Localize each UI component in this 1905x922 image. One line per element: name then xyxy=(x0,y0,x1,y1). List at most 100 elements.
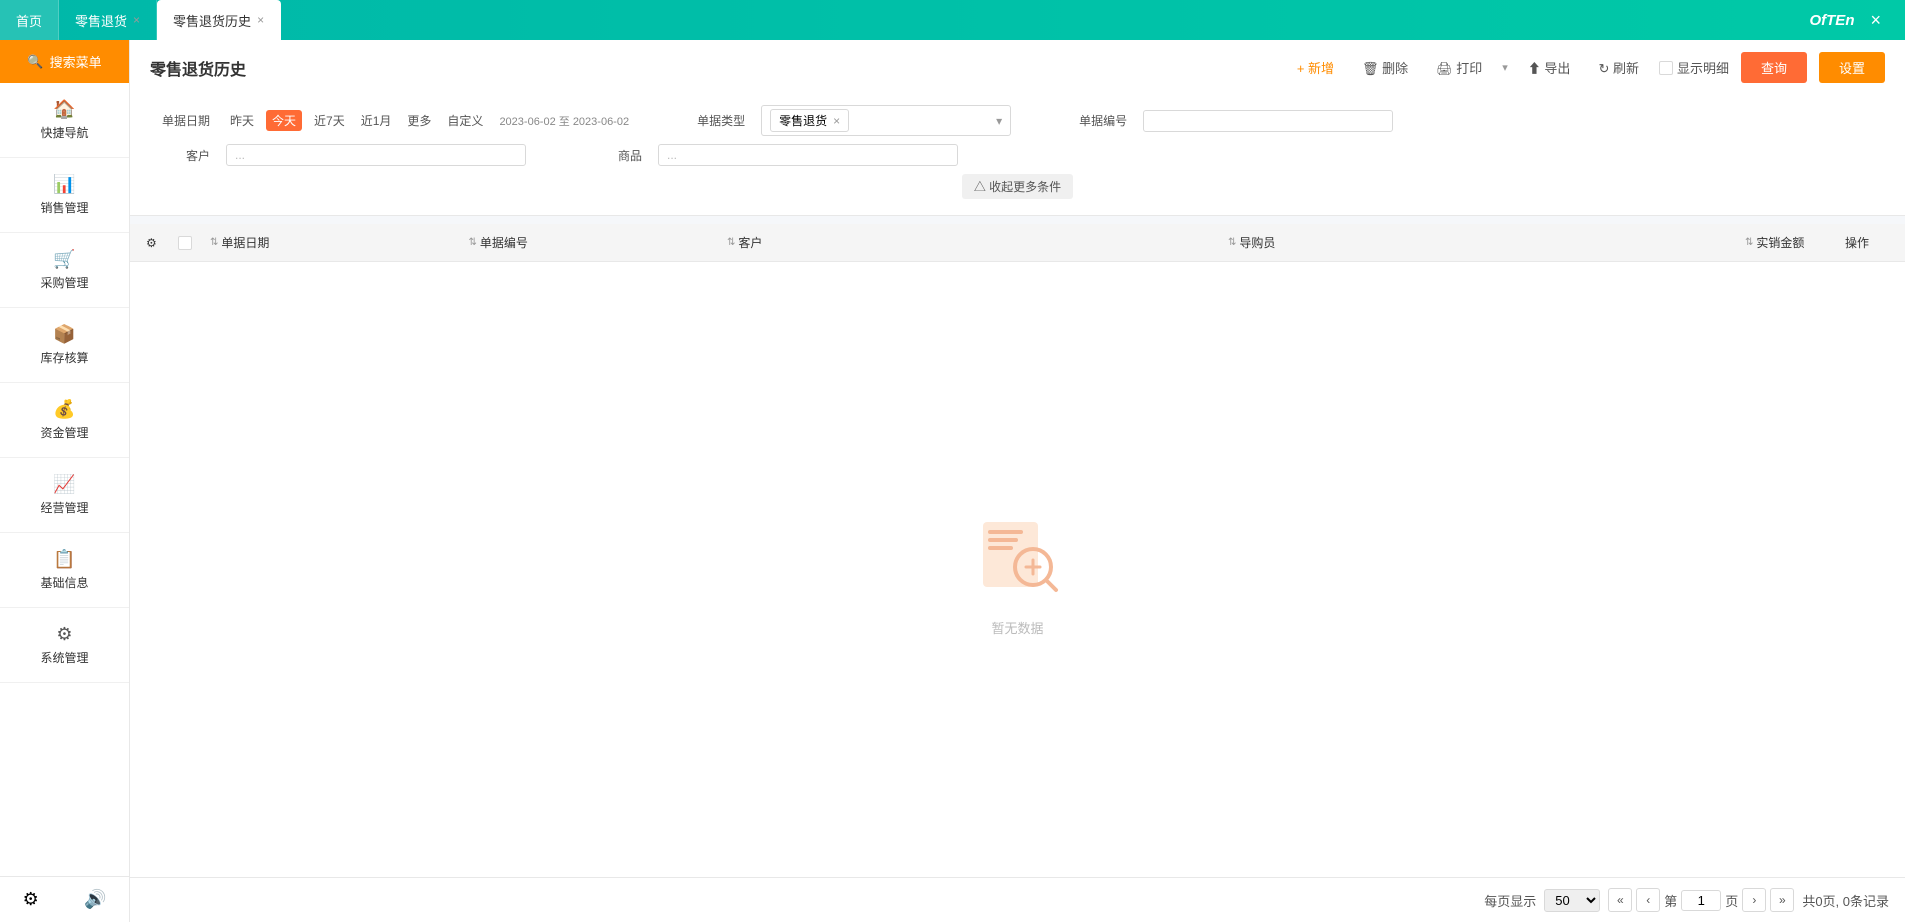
display-switch[interactable]: 显示明细 xyxy=(1659,58,1729,77)
home-icon: 🏠 xyxy=(53,99,75,120)
sidebar: 🔍 搜索菜单 🏠 快捷导航 📊 销售管理 🛒 采购管理 📦 库存核算 💰 资金管… xyxy=(0,40,130,922)
date-filter-label: 单据日期 xyxy=(150,112,210,129)
sidebar-item-finance-label: 资金管理 xyxy=(40,424,88,441)
empty-text: 暂无数据 xyxy=(991,618,1043,637)
th-amount[interactable]: ⇅ 实销金额 xyxy=(1737,234,1837,251)
header-checkbox[interactable] xyxy=(178,236,192,250)
goods-filter-select[interactable]: ... xyxy=(658,144,958,166)
th-action: 操作 xyxy=(1837,234,1897,251)
new-button[interactable]: + 新增 xyxy=(1289,54,1342,81)
type-filter-label: 单据类型 xyxy=(685,112,745,129)
sidebar-item-quick-nav-label: 快捷导航 xyxy=(40,124,88,141)
sort-up-icon-date: ⇅ xyxy=(210,237,218,248)
search-icon: 🔍 xyxy=(27,54,43,70)
filter-row-date: 单据日期 昨天 今天 近7天 近1月 更多 自定义 2023-06-02 至 2… xyxy=(150,105,1885,136)
sidebar-item-basic-info[interactable]: 📋 基础信息 xyxy=(0,533,129,608)
type-tag-remove[interactable]: × xyxy=(833,114,840,128)
close-window-button[interactable]: × xyxy=(1862,10,1889,31)
sidebar-search[interactable]: 🔍 搜索菜单 xyxy=(0,40,129,83)
sort-icon-guide: ⇅ xyxy=(1228,237,1236,248)
empty-state: 暂无数据 xyxy=(130,262,1905,877)
tab-retail-return-history-label: 零售退货历史 xyxy=(173,11,251,30)
sidebar-item-operation[interactable]: 📈 经营管理 xyxy=(0,458,129,533)
brand-label: OfTEn xyxy=(1809,12,1854,29)
query-button[interactable]: 查询 xyxy=(1741,52,1807,83)
tab-retail-return[interactable]: 零售退货 × xyxy=(59,0,157,40)
th-date-label: 单据日期 xyxy=(221,234,269,251)
tab-home[interactable]: 首页 xyxy=(0,0,59,40)
refresh-button[interactable]: ↻ 刷新 xyxy=(1590,54,1647,81)
sidebar-item-finance[interactable]: 💰 资金管理 xyxy=(0,383,129,458)
date-option-7days[interactable]: 近7天 xyxy=(310,110,349,131)
last-page-button[interactable]: » xyxy=(1770,888,1794,912)
sidebar-item-system-label: 系统管理 xyxy=(40,649,88,666)
type-tag-text: 零售退货 xyxy=(779,112,827,129)
tab-retail-return-history[interactable]: 零售退货历史 × xyxy=(157,0,281,40)
customer-filter-select[interactable]: ... xyxy=(226,144,526,166)
toolbar: + 新增 🗑 删除 🖨 打印 ▾ ⬆ 导出 ↻ 刷新 显示明细 查询 设置 xyxy=(1289,52,1885,83)
tab-retail-return-close[interactable]: × xyxy=(133,13,140,27)
sort-icon-amount: ⇅ xyxy=(1745,237,1753,248)
th-guide-label: 导购员 xyxy=(1239,234,1275,251)
page-title: 零售退货历史 xyxy=(150,56,246,80)
collapse-label: △ 收起更多条件 xyxy=(974,178,1061,195)
date-option-yesterday[interactable]: 昨天 xyxy=(226,110,258,131)
number-filter-label: 单据编号 xyxy=(1067,112,1127,129)
pagination: 每页显示 10 20 50 100 « ‹ 第 页 › » 共0页, 0条记录 xyxy=(130,877,1905,922)
th-settings[interactable]: ⚙ xyxy=(138,236,170,250)
print-dropdown-icon[interactable]: ▾ xyxy=(1502,61,1508,74)
type-select-arrow: ▾ xyxy=(996,114,1002,128)
export-button[interactable]: ⬆ 导出 xyxy=(1520,54,1579,81)
date-option-more[interactable]: 更多 xyxy=(403,110,435,131)
page-prefix-label: 第 xyxy=(1664,891,1677,910)
tab-bar: 首页 零售退货 × 零售退货历史 × xyxy=(0,0,1809,40)
settings-bottom-icon[interactable]: ⚙ xyxy=(23,889,39,910)
sidebar-item-inventory[interactable]: 📦 库存核算 xyxy=(0,308,129,383)
operation-icon: 📈 xyxy=(53,474,75,495)
prev-page-button[interactable]: ‹ xyxy=(1636,888,1660,912)
top-bar-right: OfTEn × xyxy=(1809,10,1905,31)
per-page-label: 每页显示 xyxy=(1484,891,1536,910)
page-input[interactable] xyxy=(1681,890,1721,911)
sidebar-item-inventory-label: 库存核算 xyxy=(40,349,88,366)
table-header: ⚙ ⇅ 单据日期 ⇅ 单据编号 ⇅ 客户 ⇅ xyxy=(130,224,1905,262)
delete-button[interactable]: 🗑 删除 xyxy=(1354,54,1416,81)
sidebar-item-system[interactable]: ⚙ 系统管理 xyxy=(0,608,129,683)
tab-retail-return-label: 零售退货 xyxy=(75,11,127,30)
date-option-1month[interactable]: 近1月 xyxy=(357,110,396,131)
sidebar-item-quick-nav[interactable]: 🏠 快捷导航 xyxy=(0,83,129,158)
first-page-button[interactable]: « xyxy=(1608,888,1632,912)
th-customer-label: 客户 xyxy=(738,234,762,251)
number-filter-input[interactable] xyxy=(1143,110,1393,132)
content-area: 零售退货历史 + 新增 🗑 删除 🖨 打印 ▾ ⬆ 导出 ↻ 刷新 显示明细 查询… xyxy=(130,40,1905,922)
finance-icon: 💰 xyxy=(53,399,75,420)
goods-filter-label: 商品 xyxy=(582,147,642,164)
th-customer[interactable]: ⇅ 客户 xyxy=(719,234,1220,251)
sort-icon-number: ⇅ xyxy=(469,237,477,248)
sidebar-item-sales[interactable]: 📊 销售管理 xyxy=(0,158,129,233)
type-filter-select[interactable]: 零售退货 × ▾ xyxy=(761,105,1011,136)
sidebar-item-operation-label: 经营管理 xyxy=(40,499,88,516)
speaker-icon[interactable]: 🔊 xyxy=(84,889,106,910)
purchase-icon: 🛒 xyxy=(53,249,75,270)
settings-button[interactable]: 设置 xyxy=(1819,52,1885,83)
th-guide[interactable]: ⇅ 导购员 xyxy=(1220,234,1479,251)
per-page-select[interactable]: 10 20 50 100 xyxy=(1544,889,1600,912)
sidebar-item-purchase[interactable]: 🛒 采购管理 xyxy=(0,233,129,308)
next-page-button[interactable]: › xyxy=(1742,888,1766,912)
display-checkbox[interactable] xyxy=(1659,61,1673,75)
date-option-today[interactable]: 今天 xyxy=(266,110,302,131)
tab-retail-return-history-close[interactable]: × xyxy=(257,13,264,27)
th-number[interactable]: ⇅ 单据编号 xyxy=(461,234,720,251)
inventory-icon: 📦 xyxy=(53,324,75,345)
th-date[interactable]: ⇅ 单据日期 xyxy=(202,234,461,251)
basic-info-icon: 📋 xyxy=(53,549,75,570)
display-label: 显示明细 xyxy=(1677,58,1729,77)
filter-row-customer: 客户 ... 商品 ... xyxy=(150,144,1885,166)
sort-icon-customer: ⇅ xyxy=(727,237,735,248)
goods-placeholder: ... xyxy=(667,148,677,162)
date-option-custom[interactable]: 自定义 xyxy=(443,110,487,131)
th-checkbox[interactable] xyxy=(170,236,202,250)
collapse-button[interactable]: △ 收起更多条件 xyxy=(962,174,1073,199)
print-button[interactable]: 🖨 打印 xyxy=(1428,54,1490,81)
